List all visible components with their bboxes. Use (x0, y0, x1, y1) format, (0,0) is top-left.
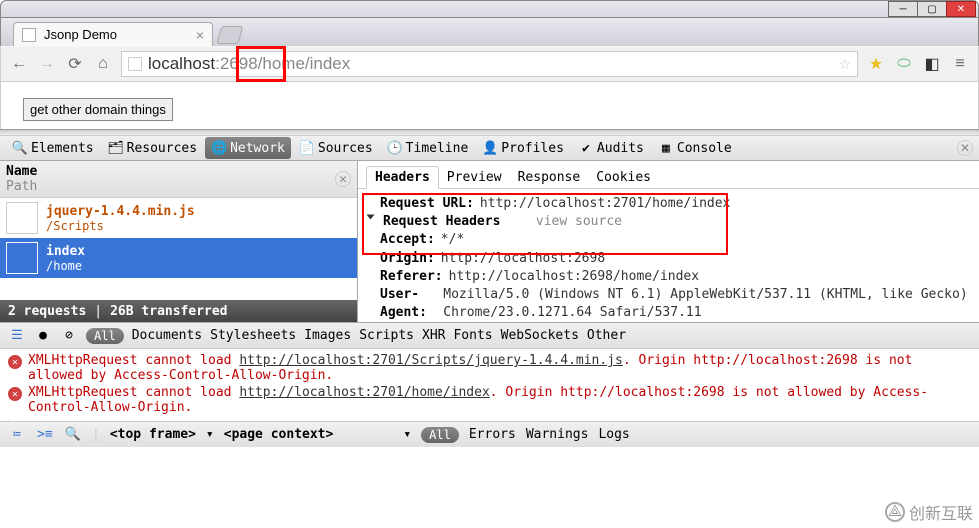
get-other-domain-button[interactable]: get other domain things (23, 98, 173, 121)
filter-stylesheets[interactable]: Stylesheets (210, 328, 296, 343)
clear-icon[interactable]: ⊘ (60, 327, 78, 345)
request-list: NamePath ✕ jquery-1.4.4.min.js/Scripts i… (0, 161, 358, 322)
log-filter-warnings[interactable]: Warnings (526, 427, 589, 442)
page-body: get other domain things (0, 82, 979, 129)
context-selector[interactable]: <page context> (224, 427, 334, 442)
request-item[interactable]: jquery-1.4.4.min.js/Scripts (0, 198, 357, 238)
request-path: /Scripts (46, 219, 195, 233)
new-tab-button[interactable] (217, 26, 244, 44)
detail-tabs: Headers Preview Response Cookies (358, 161, 979, 189)
record-icon[interactable]: ● (34, 327, 52, 345)
devtools-close-icon[interactable]: ✕ (957, 140, 973, 156)
error-icon: ✕ (8, 355, 22, 369)
window-close-button[interactable]: ✕ (946, 1, 976, 17)
minimize-button[interactable]: ─ (888, 1, 918, 17)
subtab-preview[interactable]: Preview (439, 167, 510, 188)
subtab-cookies[interactable]: Cookies (588, 167, 659, 188)
filter-websockets[interactable]: WebSockets (501, 328, 579, 343)
list-icon[interactable]: ☰ (8, 327, 26, 345)
view-source-link[interactable]: view source (536, 213, 622, 231)
subtab-headers[interactable]: Headers (366, 166, 439, 189)
tab-audits[interactable]: ✔Audits (572, 137, 650, 159)
devtools-tabbar: 🔍Elements 🗂Resources 🌐Network 📄Sources 🕒… (0, 135, 979, 161)
filter-documents[interactable]: Documents (132, 328, 202, 343)
tab-elements[interactable]: 🔍Elements (6, 137, 100, 159)
filter-xhr[interactable]: XHR (422, 328, 445, 343)
network-icon: 🌐 (211, 140, 227, 156)
console-icon: ▦ (658, 140, 674, 156)
console-error: ✕ XMLHttpRequest cannot load http://loca… (8, 353, 971, 383)
browser-tab-strip: Jsonp Demo × (0, 18, 979, 46)
favorite-icon[interactable]: ★ (866, 54, 886, 74)
network-status-bar: 2 requests|26B transferred (0, 300, 357, 322)
menu-icon[interactable]: ≡ (950, 54, 970, 74)
reload-button[interactable]: ⟳ (65, 54, 85, 74)
filter-images[interactable]: Images (304, 328, 351, 343)
window-titlebar: ─ ▢ ✕ (0, 0, 979, 18)
clear-icon[interactable]: ✕ (335, 171, 351, 187)
watermark: ⟁创新互联 (885, 500, 973, 524)
resources-icon: 🗂 (108, 140, 124, 156)
audits-icon: ✔ (578, 140, 594, 156)
profiles-icon: 👤 (482, 140, 498, 156)
toggle-drawer-icon[interactable]: ≔ (8, 426, 26, 444)
log-filter-errors[interactable]: Errors (469, 427, 516, 442)
tab-close-icon[interactable]: × (196, 27, 204, 43)
tab-timeline[interactable]: 🕒Timeline (381, 137, 475, 159)
console-output: ✕ XMLHttpRequest cannot load http://loca… (0, 349, 979, 421)
request-name: jquery-1.4.4.min.js (46, 204, 195, 219)
request-list-header: NamePath ✕ (0, 161, 357, 198)
forward-button[interactable]: → (37, 54, 57, 74)
error-icon: ✕ (8, 387, 22, 401)
extension-icon[interactable]: ⬭ (894, 54, 914, 74)
console-icon[interactable]: >≡ (36, 426, 54, 444)
browser-toolbar: ← → ⟳ ⌂ localhost:2698/home/index ☆ ★ ⬭ … (0, 46, 979, 82)
site-icon (128, 57, 142, 71)
filter-scripts[interactable]: Scripts (359, 328, 414, 343)
toggle-icon[interactable]: ◧ (922, 54, 942, 74)
elements-icon: 🔍 (12, 140, 28, 156)
filter-other[interactable]: Other (587, 328, 626, 343)
network-panel: NamePath ✕ jquery-1.4.4.min.js/Scripts i… (0, 161, 979, 323)
bookmark-star-icon[interactable]: ☆ (838, 56, 851, 73)
request-path: /home (46, 259, 85, 273)
frame-selector[interactable]: <top frame> (110, 427, 196, 442)
tab-resources[interactable]: 🗂Resources (102, 137, 203, 159)
request-item[interactable]: index/home (0, 238, 357, 278)
home-button[interactable]: ⌂ (93, 54, 113, 74)
page-icon (22, 28, 36, 42)
request-name: index (46, 244, 85, 259)
headers-content: Request URL: http://localhost:2701/home/… (358, 189, 979, 328)
address-bar[interactable]: localhost:2698/home/index ☆ (121, 51, 858, 77)
back-button[interactable]: ← (9, 54, 29, 74)
devtools-bottom-bar: ≔ >≡ 🔍 | <top frame>▾ <page context>▾ Al… (0, 421, 979, 447)
search-icon[interactable]: 🔍 (64, 426, 82, 444)
timeline-icon: 🕒 (387, 140, 403, 156)
tab-console[interactable]: ▦Console (652, 137, 738, 159)
filter-all[interactable]: All (86, 328, 124, 344)
browser-tab[interactable]: Jsonp Demo × (13, 22, 213, 46)
tab-title: Jsonp Demo (44, 27, 117, 42)
disclosure-icon[interactable] (367, 215, 375, 220)
subtab-response[interactable]: Response (510, 167, 589, 188)
log-filter-logs[interactable]: Logs (598, 427, 629, 442)
filter-fonts[interactable]: Fonts (453, 328, 492, 343)
request-detail: Headers Preview Response Cookies Request… (358, 161, 979, 322)
log-filter-all[interactable]: All (421, 427, 459, 443)
tab-network[interactable]: 🌐Network (205, 137, 291, 159)
request-thumbnail (6, 202, 38, 234)
url-text: localhost:2698/home/index (148, 54, 350, 74)
console-error: ✕ XMLHttpRequest cannot load http://loca… (8, 385, 971, 415)
tab-profiles[interactable]: 👤Profiles (476, 137, 570, 159)
tab-sources[interactable]: 📄Sources (293, 137, 379, 159)
maximize-button[interactable]: ▢ (917, 1, 947, 17)
sources-icon: 📄 (299, 140, 315, 156)
request-thumbnail (6, 242, 38, 274)
